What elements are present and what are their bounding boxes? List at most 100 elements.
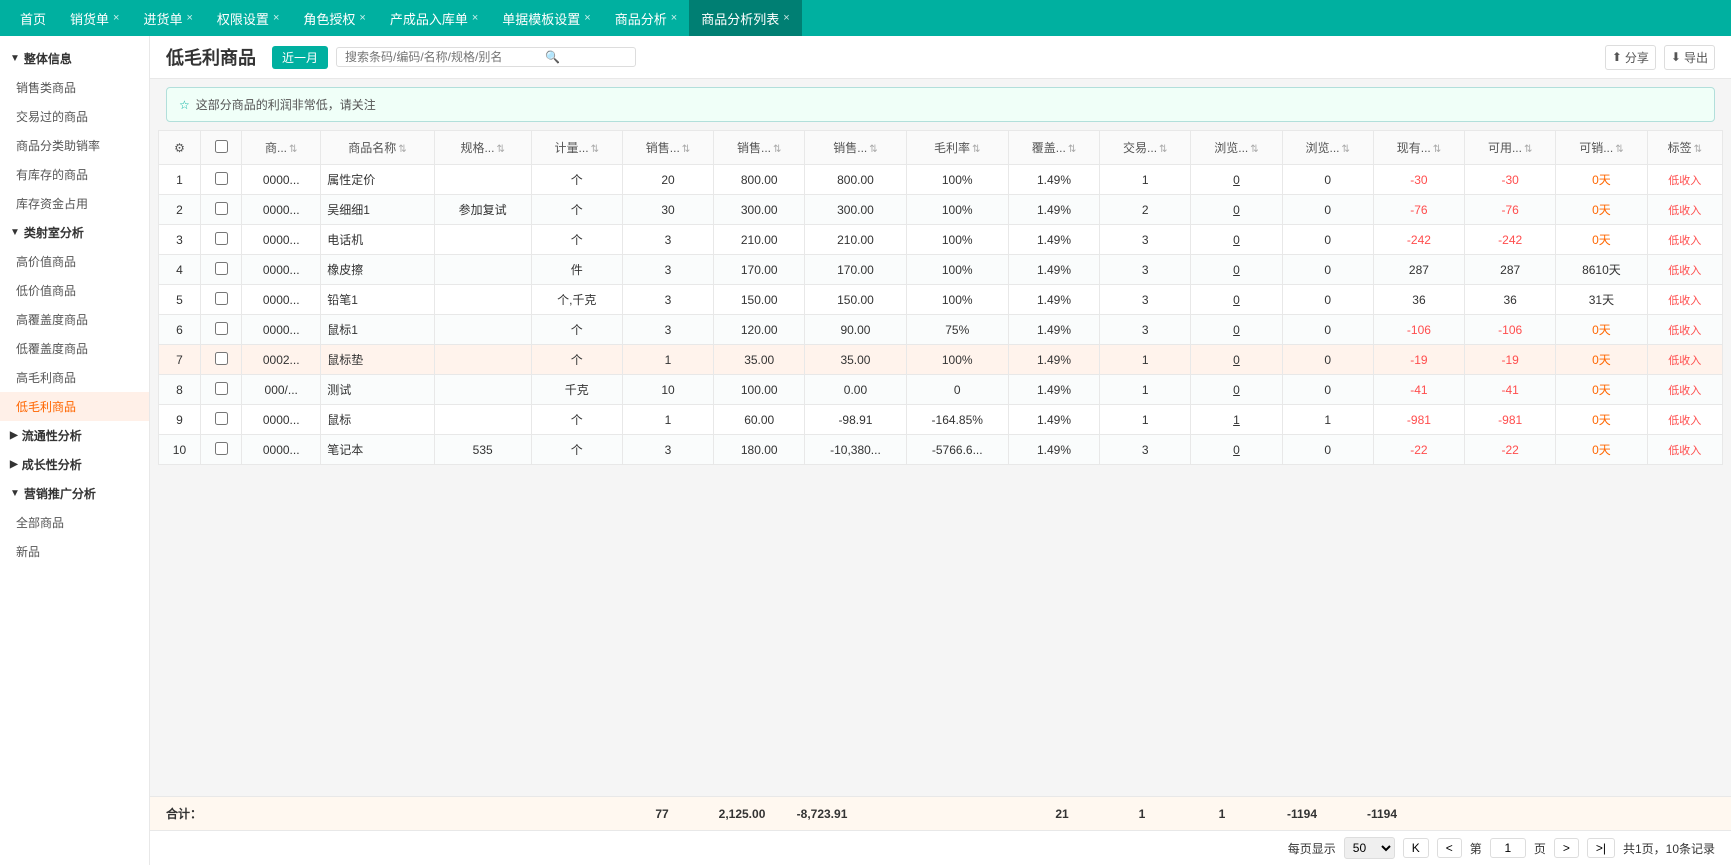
nav-close-icon[interactable]: × [783, 12, 789, 24]
first-page-button[interactable]: K [1403, 838, 1429, 858]
cell-browse1[interactable]: 1 [1191, 405, 1282, 435]
browse-link[interactable]: 0 [1233, 353, 1240, 367]
sort-icon[interactable]: ⇅ [773, 144, 781, 155]
cell-name[interactable]: 橡皮擦 [321, 255, 434, 285]
sort-icon[interactable]: ⇅ [972, 144, 980, 155]
export-button[interactable]: ⬇ 导出 [1664, 45, 1715, 70]
sort-icon[interactable]: ⇅ [1068, 144, 1076, 155]
cell-name[interactable]: 吴细细1 [321, 195, 434, 225]
sort-icon[interactable]: ⇅ [1615, 144, 1623, 155]
nav-close-icon[interactable]: × [359, 12, 365, 24]
cell-name[interactable]: 鼠标 [321, 405, 434, 435]
nav-close-icon[interactable]: × [671, 12, 677, 24]
row-checkbox[interactable] [215, 172, 228, 185]
sidebar-item-有库存的商品[interactable]: 有库存的商品 [0, 160, 149, 189]
sort-icon[interactable]: ⇅ [289, 144, 297, 155]
search-icon[interactable]: 🔍 [545, 50, 560, 64]
cell-name[interactable]: 测试 [321, 375, 434, 405]
cell-browse1[interactable]: 0 [1191, 315, 1282, 345]
cell-browse1[interactable]: 0 [1191, 165, 1282, 195]
sidebar-item-库存资金占用[interactable]: 库存资金占用 [0, 189, 149, 218]
sidebar-item-高价值商品[interactable]: 高价值商品 [0, 247, 149, 276]
nav-close-icon[interactable]: × [273, 12, 279, 24]
row-checkbox[interactable] [215, 232, 228, 245]
row-checkbox[interactable] [215, 442, 228, 455]
row-checkbox[interactable] [215, 382, 228, 395]
cell-browse1[interactable]: 0 [1191, 435, 1282, 465]
nav-item-商品分析列表[interactable]: 商品分析列表× [689, 0, 801, 36]
prev-page-button[interactable]: < [1437, 838, 1462, 858]
sort-icon[interactable]: ⇅ [1433, 144, 1441, 155]
row-checkbox[interactable] [215, 262, 228, 275]
nav-item-产成品入库单[interactable]: 产成品入库单× [378, 0, 490, 36]
search-input[interactable] [345, 50, 545, 64]
sidebar-item-销售类商品[interactable]: 销售类商品 [0, 73, 149, 102]
sidebar-section-流通性分析[interactable]: ▶流通性分析 [0, 421, 149, 450]
nav-close-icon[interactable]: × [472, 12, 478, 24]
sort-icon[interactable]: ⇅ [1342, 144, 1350, 155]
nav-close-icon[interactable]: × [186, 12, 192, 24]
page-size-select[interactable]: 50 20 100 [1344, 837, 1395, 859]
cell-name[interactable]: 鼠标垫 [321, 345, 434, 375]
cell-name[interactable]: 笔记本 [321, 435, 434, 465]
nav-item-角色授权[interactable]: 角色授权× [291, 0, 377, 36]
browse-link[interactable]: 0 [1233, 293, 1240, 307]
browse-link[interactable]: 0 [1233, 323, 1240, 337]
cell-browse1[interactable]: 0 [1191, 195, 1282, 225]
browse-link[interactable]: 0 [1233, 443, 1240, 457]
col-header-settings[interactable]: ⚙ [159, 131, 201, 165]
nav-item-商品分析[interactable]: 商品分析× [603, 0, 689, 36]
nav-close-icon[interactable]: × [113, 12, 119, 24]
cell-name[interactable]: 铅笔1 [321, 285, 434, 315]
sidebar-item-高毛利商品[interactable]: 高毛利商品 [0, 363, 149, 392]
row-checkbox[interactable] [215, 292, 228, 305]
sort-icon[interactable]: ⇅ [1694, 144, 1702, 155]
filter-button[interactable]: 近一月 [272, 46, 328, 69]
row-checkbox[interactable] [215, 322, 228, 335]
sidebar-item-低价值商品[interactable]: 低价值商品 [0, 276, 149, 305]
page-number-input[interactable] [1490, 838, 1526, 858]
select-all-checkbox[interactable] [215, 140, 228, 153]
cell-browse1[interactable]: 0 [1191, 255, 1282, 285]
browse-link[interactable]: 0 [1233, 173, 1240, 187]
sidebar-item-新品[interactable]: 新品 [0, 537, 149, 566]
cell-browse1[interactable]: 0 [1191, 285, 1282, 315]
last-page-button[interactable]: >| [1587, 838, 1615, 858]
cell-name[interactable]: 属性定价 [321, 165, 434, 195]
sort-icon[interactable]: ⇅ [398, 144, 406, 155]
cell-name[interactable]: 鼠标1 [321, 315, 434, 345]
cell-browse1[interactable]: 0 [1191, 225, 1282, 255]
cell-browse1[interactable]: 0 [1191, 345, 1282, 375]
row-checkbox[interactable] [215, 412, 228, 425]
browse-link[interactable]: 0 [1233, 383, 1240, 397]
sidebar-item-低覆盖度商品[interactable]: 低覆盖度商品 [0, 334, 149, 363]
browse-link[interactable]: 0 [1233, 203, 1240, 217]
settings-icon[interactable]: ⚙ [174, 141, 185, 155]
sort-icon[interactable]: ⇅ [1250, 144, 1258, 155]
sidebar-section-类射室分析[interactable]: ▼类射室分析 [0, 218, 149, 247]
sort-icon[interactable]: ⇅ [591, 144, 599, 155]
sort-icon[interactable]: ⇅ [1524, 144, 1532, 155]
sort-icon[interactable]: ⇅ [869, 144, 877, 155]
sidebar-section-整体信息[interactable]: ▼整体信息 [0, 44, 149, 73]
row-checkbox[interactable] [215, 202, 228, 215]
nav-item-销货单[interactable]: 销货单× [58, 0, 131, 36]
sort-icon[interactable]: ⇅ [496, 144, 504, 155]
nav-item-首页[interactable]: 首页 [8, 0, 58, 36]
sort-icon[interactable]: ⇅ [682, 144, 690, 155]
browse-link[interactable]: 0 [1233, 263, 1240, 277]
sort-icon[interactable]: ⇅ [1159, 144, 1167, 155]
next-page-button[interactable]: > [1554, 838, 1579, 858]
cell-browse1[interactable]: 0 [1191, 375, 1282, 405]
nav-item-单据模板设置[interactable]: 单据模板设置× [490, 0, 602, 36]
cell-name[interactable]: 电话机 [321, 225, 434, 255]
sidebar-item-全部商品[interactable]: 全部商品 [0, 508, 149, 537]
sidebar-section-成长性分析[interactable]: ▶成长性分析 [0, 450, 149, 479]
sidebar-item-低毛利商品[interactable]: 低毛利商品 [0, 392, 149, 421]
nav-item-进货单[interactable]: 进货单× [131, 0, 204, 36]
browse-link[interactable]: 1 [1233, 413, 1240, 427]
sidebar-item-商品分类助销率[interactable]: 商品分类助销率 [0, 131, 149, 160]
sidebar-item-交易过的商品[interactable]: 交易过的商品 [0, 102, 149, 131]
row-checkbox[interactable] [215, 352, 228, 365]
nav-item-权限设置[interactable]: 权限设置× [205, 0, 291, 36]
